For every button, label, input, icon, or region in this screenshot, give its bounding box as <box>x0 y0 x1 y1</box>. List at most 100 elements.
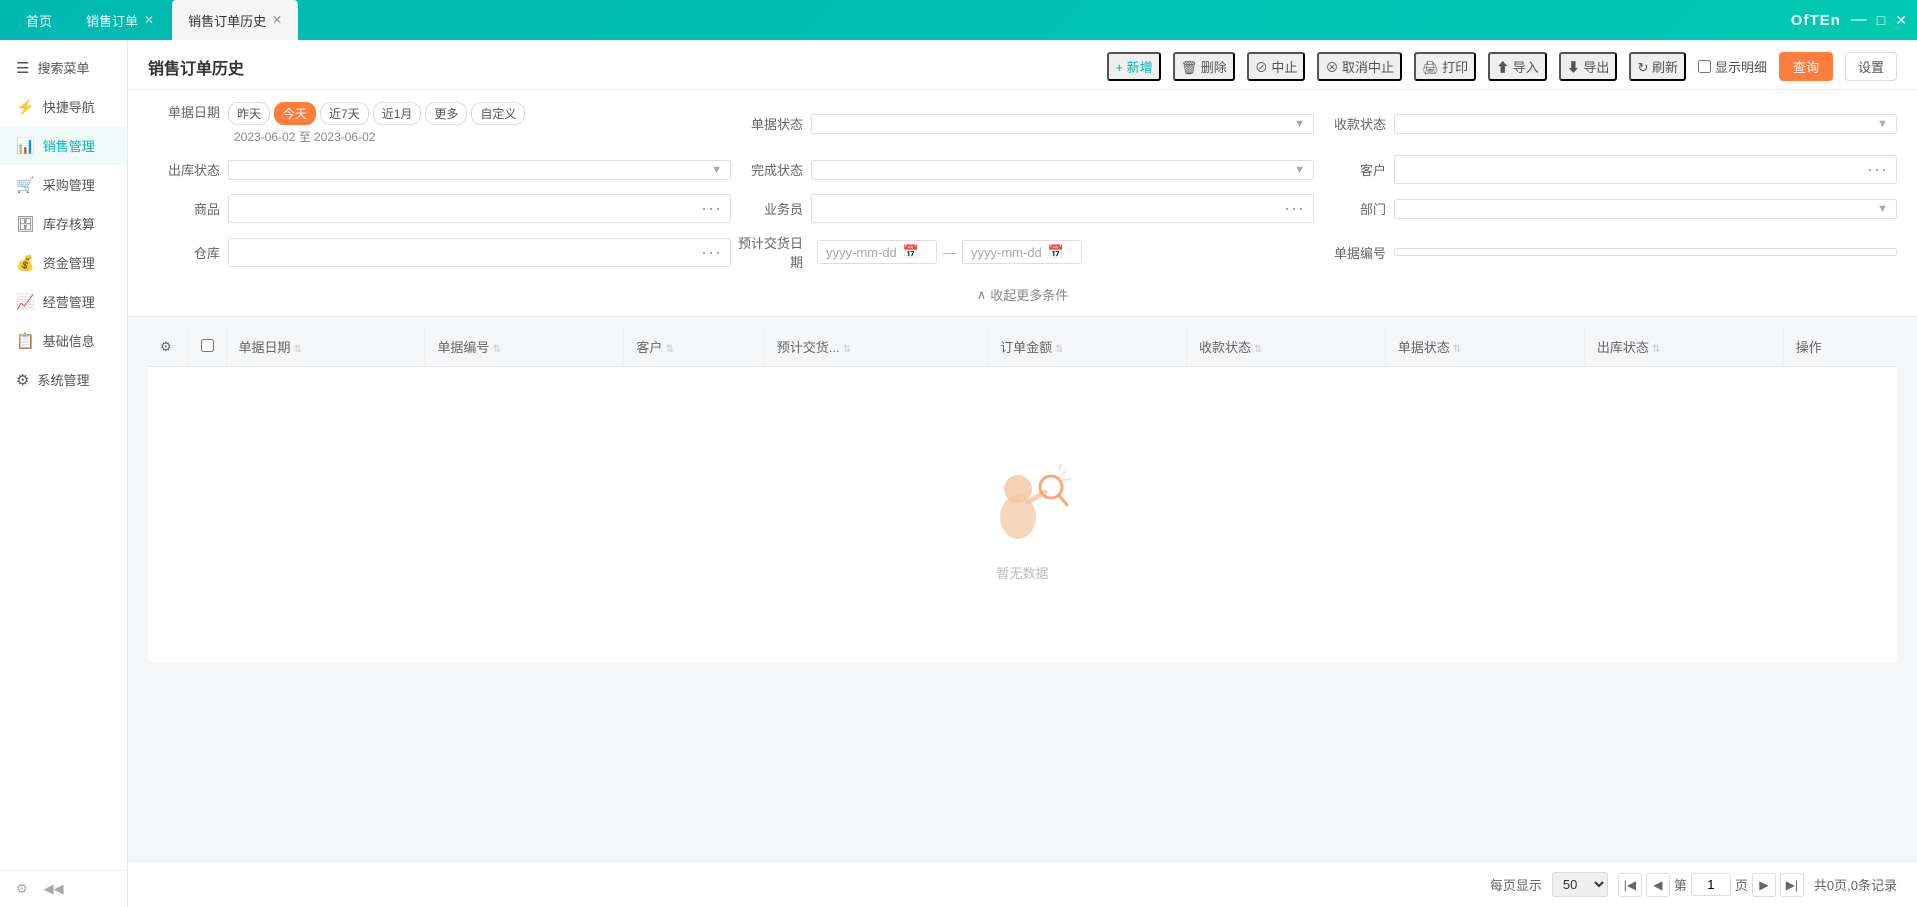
date-pill-more[interactable]: 更多 <box>425 102 467 125</box>
col-outbound-status[interactable]: 出库状态⇅ <box>1584 327 1783 367</box>
page-label-pre: 第 <box>1674 875 1687 894</box>
payment-status-select[interactable]: ▼ <box>1394 114 1897 134</box>
bill-number-input[interactable] <box>1394 248 1897 256</box>
per-page-select[interactable]: 50 10 20 100 <box>1552 872 1608 897</box>
brand-name: OfTEn <box>1791 12 1841 29</box>
sidebar-item-basic-info[interactable]: 📋 基础信息 <box>0 321 127 360</box>
new-button[interactable]: + 新增 <box>1107 52 1160 81</box>
sidebar-item-operations[interactable]: 📈 经营管理 <box>0 282 127 321</box>
date-pill-1month[interactable]: 近1月 <box>373 102 422 125</box>
col-number-label: 单据编号 <box>437 340 489 355</box>
next-page-btn[interactable]: ▶ <box>1752 873 1776 897</box>
col-expected-date[interactable]: 预计交货...⇅ <box>764 327 987 367</box>
tab-sales-order-history-close[interactable]: ✕ <box>272 13 282 27</box>
page-input[interactable] <box>1691 873 1731 896</box>
sidebar-item-quick-nav-label: 快捷导航 <box>43 97 95 116</box>
sidebar-item-inventory[interactable]: 🗄 库存核算 <box>0 204 127 243</box>
department-select[interactable]: ▼ <box>1394 199 1897 219</box>
minimize-btn[interactable]: — <box>1851 11 1867 29</box>
col-order-amount[interactable]: 订单金额⇅ <box>988 327 1187 367</box>
salesperson-filter-label: 业务员 <box>731 199 811 218</box>
filter-row-1: 单据日期 昨天 今天 近7天 近1月 更多 自定义 2023-06-02 至 2… <box>148 102 1897 145</box>
settings-button[interactable]: 设置 <box>1845 52 1897 81</box>
first-page-btn[interactable]: |◀ <box>1618 873 1642 897</box>
bill-status-select[interactable]: ▼ <box>811 114 1314 134</box>
bill-number-filter-label: 单据编号 <box>1314 243 1394 262</box>
payment-status-label: 收款状态 <box>1314 114 1394 133</box>
outbound-status-select[interactable]: ▼ <box>228 160 731 180</box>
col-payment-status[interactable]: 收款状态⇅ <box>1186 327 1385 367</box>
sidebar-item-quick-nav[interactable]: ⚡ 快捷导航 <box>0 87 127 126</box>
search-menu-icon: ☰ <box>16 59 29 77</box>
display-cols-checkbox[interactable]: 显示明细 <box>1698 57 1767 76</box>
department-filter-label: 部门 <box>1314 199 1394 218</box>
col-checkbox[interactable] <box>188 327 226 367</box>
tab-sales-order-history[interactable]: 销售订单历史 ✕ <box>172 0 298 40</box>
col-bill-status[interactable]: 单据状态⇅ <box>1385 327 1584 367</box>
tab-sales-order-close[interactable]: ✕ <box>144 13 154 27</box>
print-button[interactable]: 🖨 打印 <box>1414 52 1476 81</box>
warehouse-input[interactable]: ··· <box>228 238 731 267</box>
export-button[interactable]: ⬇ 导出 <box>1559 52 1618 81</box>
filter-row-4: 仓库 ··· 预计交货日期 yyyy-mm-dd 📅 — yyyy-mm-dd … <box>148 233 1897 271</box>
prev-page-btn[interactable]: ◀ <box>1646 873 1670 897</box>
col-customer[interactable]: 客户⇅ <box>624 327 764 367</box>
customer-input[interactable]: ··· <box>1394 155 1897 184</box>
sidebar-collapse-icon[interactable]: ◀◀ <box>44 881 64 897</box>
refresh-button[interactable]: ↻ 刷新 <box>1629 52 1686 81</box>
completion-status-select[interactable]: ▼ <box>811 160 1314 180</box>
cancel-stop-button[interactable]: ⊗ 取消中止 <box>1317 52 1402 81</box>
date-pill-today[interactable]: 今天 <box>274 102 316 125</box>
sidebar-item-system-label: 系统管理 <box>37 370 89 389</box>
table-area: ⚙ 单据日期⇅ 单据编号⇅ 客户⇅ 预计交货...⇅ 订单金额⇅ 收款状态⇅ 单… <box>128 317 1917 861</box>
calendar-end-icon[interactable]: 📅 <box>1048 244 1064 260</box>
calendar-start-icon[interactable]: 📅 <box>903 244 919 260</box>
sidebar-item-sales[interactable]: 📊 销售管理 <box>0 126 127 165</box>
display-cols-input[interactable] <box>1698 60 1711 73</box>
close-btn[interactable]: ✕ <box>1895 12 1907 29</box>
sidebar-item-finance[interactable]: 💰 资金管理 <box>0 243 127 282</box>
collapse-row[interactable]: ∧ 收起更多条件 <box>148 281 1897 304</box>
display-cols-label: 显示明细 <box>1715 57 1767 76</box>
col-order-amount-sort: ⇅ <box>1055 344 1063 355</box>
maximize-btn[interactable]: □ <box>1877 12 1885 28</box>
product-input[interactable]: ··· <box>228 194 731 223</box>
tab-sales-order[interactable]: 销售订单 ✕ <box>70 0 170 40</box>
sidebar: ☰ 搜索菜单 ⚡ 快捷导航 📊 销售管理 🛒 采购管理 🗄 库存核算 💰 资金管… <box>0 40 128 907</box>
expected-date-end[interactable]: yyyy-mm-dd 📅 <box>962 240 1082 264</box>
warehouse-filter-label: 仓库 <box>148 243 228 262</box>
col-settings[interactable]: ⚙ <box>148 327 188 367</box>
product-dots: ··· <box>701 198 722 219</box>
filter-area: 单据日期 昨天 今天 近7天 近1月 更多 自定义 2023-06-02 至 2… <box>128 90 1917 317</box>
import-button[interactable]: ⬆ 导入 <box>1488 52 1547 81</box>
col-date[interactable]: 单据日期⇅ <box>226 327 425 367</box>
last-page-btn[interactable]: ▶| <box>1780 873 1804 897</box>
topbar: 首页 销售订单 ✕ 销售订单历史 ✕ OfTEn — □ ✕ <box>0 0 1917 40</box>
expected-date-filter-label: 预计交货日期 <box>731 233 811 271</box>
date-pill-custom[interactable]: 自定义 <box>471 102 525 125</box>
col-date-sort: ⇅ <box>294 344 302 355</box>
salesperson-dots: ··· <box>1284 198 1305 219</box>
sidebar-item-search[interactable]: ☰ 搜索菜单 <box>0 48 127 87</box>
collapse-label: 收起更多条件 <box>990 285 1068 304</box>
date-pill-7days[interactable]: 近7天 <box>320 102 369 125</box>
query-button[interactable]: 查询 <box>1779 52 1833 81</box>
sidebar-item-purchase[interactable]: 🛒 采购管理 <box>0 165 127 204</box>
sidebar-settings-icon[interactable]: ⚙ <box>16 881 28 897</box>
expected-date-start[interactable]: yyyy-mm-dd 📅 <box>817 240 937 264</box>
finance-icon: 💰 <box>16 254 35 272</box>
date-pill-yesterday[interactable]: 昨天 <box>228 102 270 125</box>
customer-filter-label: 客户 <box>1314 160 1394 179</box>
date-pills: 昨天 今天 近7天 近1月 更多 自定义 <box>228 102 525 125</box>
salesperson-input[interactable]: ··· <box>811 194 1314 223</box>
sidebar-item-system[interactable]: ⚙ 系统管理 <box>0 360 127 399</box>
delete-button[interactable]: 🗑 删除 <box>1173 52 1235 81</box>
col-customer-sort: ⇅ <box>665 344 673 355</box>
basic-info-icon: 📋 <box>16 332 35 350</box>
col-number[interactable]: 单据编号⇅ <box>425 327 624 367</box>
tab-home[interactable]: 首页 <box>10 0 68 40</box>
select-all-checkbox[interactable] <box>201 339 214 352</box>
per-page-label: 每页显示 <box>1490 875 1542 894</box>
stop-button[interactable]: ⊘ 中止 <box>1247 52 1306 81</box>
outbound-status-label: 出库状态 <box>148 160 228 179</box>
